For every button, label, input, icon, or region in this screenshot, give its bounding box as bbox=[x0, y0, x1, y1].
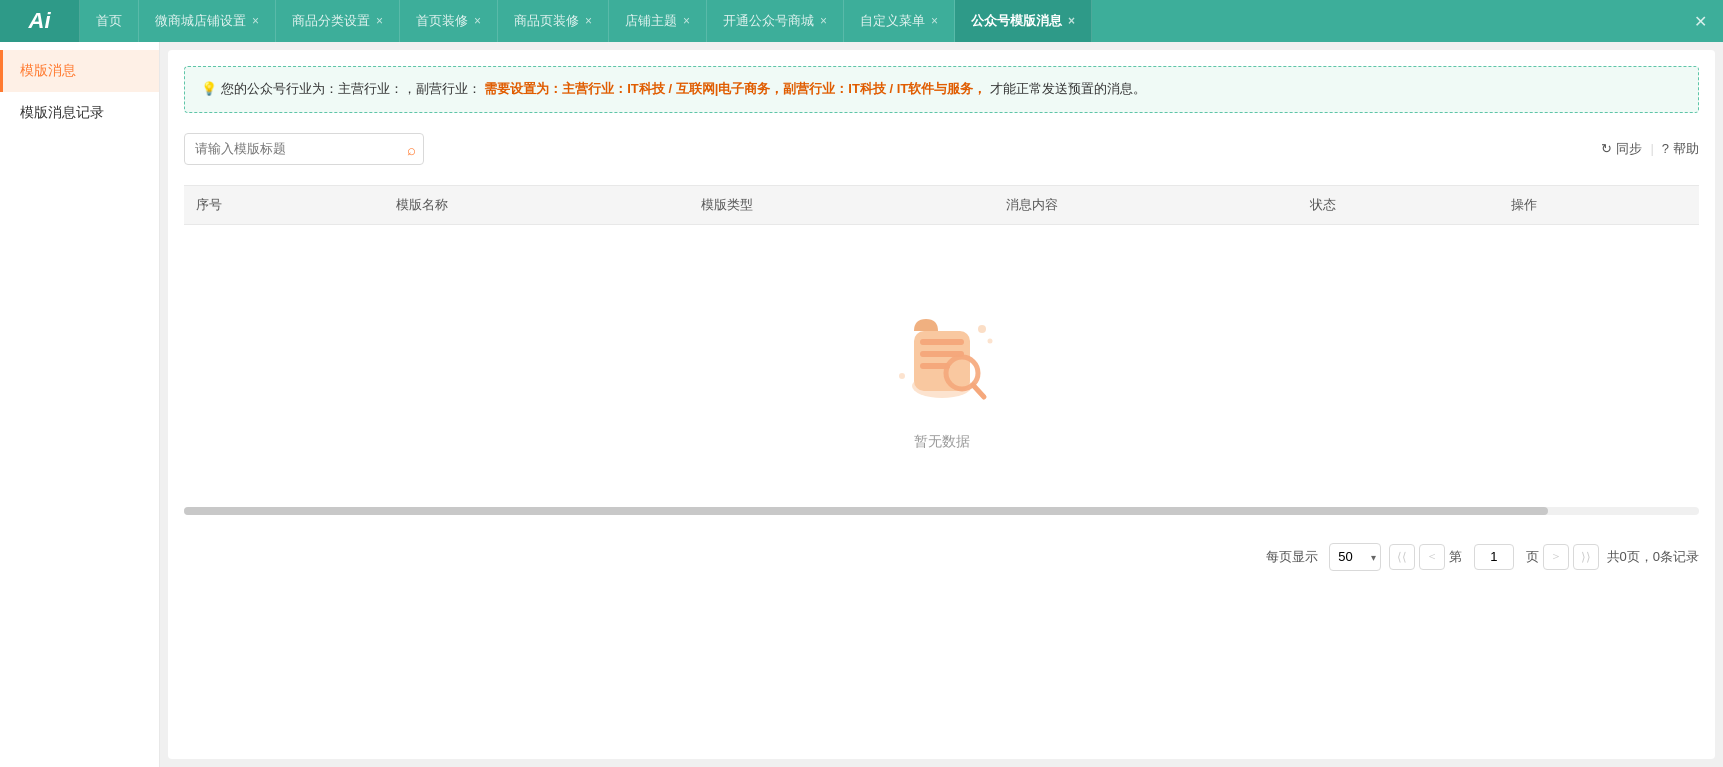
sidebar-item-template-record[interactable]: 模版消息记录 bbox=[0, 92, 159, 134]
page-size-wrap: 102050100 ▾ bbox=[1329, 543, 1381, 571]
col-header-index: 序号 bbox=[184, 185, 384, 224]
page-nav: ⟨⟨ ＜ 第 页 ＞ ⟩⟩ bbox=[1389, 544, 1598, 570]
tab-close-homepage-decor[interactable]: × bbox=[474, 14, 481, 28]
svg-rect-2 bbox=[920, 339, 964, 345]
main-layout: 模版消息模版消息记录 💡 您的公众号行业为：主营行业：，副营行业： 需要设置为：… bbox=[0, 42, 1723, 767]
tab-close-custom-menu[interactable]: × bbox=[931, 14, 938, 28]
col-header-content: 消息内容 bbox=[994, 185, 1299, 224]
tab-close-open-mall[interactable]: × bbox=[820, 14, 827, 28]
tab-close-shop-theme[interactable]: × bbox=[683, 14, 690, 28]
page-size-label: 每页显示 bbox=[1266, 548, 1318, 566]
total-info: 共0页，0条记录 bbox=[1607, 548, 1699, 566]
tab-close-template-msg[interactable]: × bbox=[1068, 14, 1075, 28]
logo: Ai bbox=[0, 0, 80, 42]
data-table: 序号模版名称模版类型消息内容状态操作 bbox=[184, 185, 1699, 225]
search-input[interactable] bbox=[184, 133, 424, 165]
sidebar-item-template-msg[interactable]: 模版消息 bbox=[0, 50, 159, 92]
svg-point-9 bbox=[899, 373, 905, 379]
tab-product-decor[interactable]: 商品页装修× bbox=[498, 0, 609, 42]
tab-close-shop-settings[interactable]: × bbox=[252, 14, 259, 28]
tab-template-msg[interactable]: 公众号模版消息× bbox=[955, 0, 1092, 42]
page-input[interactable] bbox=[1474, 544, 1514, 570]
sidebar: 模版消息模版消息记录 bbox=[0, 42, 160, 767]
tab-shop-theme[interactable]: 店铺主题× bbox=[609, 0, 707, 42]
tab-custom-menu[interactable]: 自定义菜单× bbox=[844, 0, 955, 42]
sync-icon: ↻ bbox=[1601, 141, 1612, 156]
col-header-status: 状态 bbox=[1298, 185, 1498, 224]
notice-icon: 💡 bbox=[201, 81, 217, 96]
col-header-name: 模版名称 bbox=[384, 185, 689, 224]
svg-line-6 bbox=[973, 385, 984, 397]
empty-text: 暂无数据 bbox=[914, 433, 970, 451]
help-label: 帮助 bbox=[1673, 140, 1699, 158]
help-icon: ? bbox=[1662, 141, 1669, 156]
page-prefix: 第 bbox=[1449, 548, 1462, 566]
empty-state: 暂无数据 bbox=[184, 241, 1699, 491]
tab-close-category[interactable]: × bbox=[376, 14, 383, 28]
page-size-select: 每页显示 102050100 ▾ bbox=[1266, 543, 1382, 571]
content-area: 💡 您的公众号行业为：主营行业：，副营行业： 需要设置为：主营行业：IT科技 /… bbox=[168, 50, 1715, 759]
sync-label: 同步 bbox=[1616, 140, 1642, 158]
divider: | bbox=[1650, 141, 1653, 156]
svg-point-8 bbox=[987, 338, 992, 343]
empty-illustration bbox=[882, 301, 1002, 421]
tab-bar: Ai 首页微商城店铺设置×商品分类设置×首页装修×商品页装修×店铺主题×开通公众… bbox=[0, 0, 1723, 42]
notice-text-before: 您的公众号行业为：主营行业：，副营行业： bbox=[221, 81, 481, 96]
tab-open-mall[interactable]: 开通公众号商城× bbox=[707, 0, 844, 42]
last-page-button[interactable]: ⟩⟩ bbox=[1573, 544, 1599, 570]
notice-banner: 💡 您的公众号行业为：主营行业：，副营行业： 需要设置为：主营行业：IT科技 /… bbox=[184, 66, 1699, 113]
col-header-type: 模版类型 bbox=[689, 185, 994, 224]
tab-homepage-decor[interactable]: 首页装修× bbox=[400, 0, 498, 42]
search-wrap: ⌕ bbox=[184, 133, 424, 165]
global-close-button[interactable]: ✕ bbox=[1678, 12, 1723, 31]
notice-highlight: 需要设置为：主营行业：IT科技 / 互联网|电子商务，副营行业：IT科技 / I… bbox=[484, 81, 986, 96]
pagination: 每页显示 102050100 ▾ ⟨⟨ ＜ 第 页 ＞ ⟩⟩ 共0页，0条记录 bbox=[184, 539, 1699, 575]
page-suffix: 页 bbox=[1526, 548, 1539, 566]
page-size-dropdown[interactable]: 102050100 bbox=[1329, 543, 1381, 571]
horizontal-scrollbar[interactable] bbox=[184, 507, 1699, 515]
col-header-action: 操作 bbox=[1499, 185, 1699, 224]
search-icon[interactable]: ⌕ bbox=[407, 140, 416, 157]
scroll-thumb[interactable] bbox=[184, 507, 1548, 515]
tab-category[interactable]: 商品分类设置× bbox=[276, 0, 400, 42]
next-page-button[interactable]: ＞ bbox=[1543, 544, 1569, 570]
search-area: ⌕ ↻ 同步 | ? 帮助 bbox=[184, 129, 1699, 169]
sync-button[interactable]: ↻ 同步 bbox=[1601, 140, 1642, 158]
tab-shop-settings[interactable]: 微商城店铺设置× bbox=[139, 0, 276, 42]
tab-close-product-decor[interactable]: × bbox=[585, 14, 592, 28]
tab-home[interactable]: 首页 bbox=[80, 0, 139, 42]
notice-text-after: 才能正常发送预置的消息。 bbox=[990, 81, 1146, 96]
prev-page-button[interactable]: ＜ bbox=[1419, 544, 1445, 570]
toolbar-right: ↻ 同步 | ? 帮助 bbox=[1601, 140, 1699, 158]
help-button[interactable]: ? 帮助 bbox=[1662, 140, 1699, 158]
first-page-button[interactable]: ⟨⟨ bbox=[1389, 544, 1415, 570]
svg-point-7 bbox=[978, 325, 986, 333]
